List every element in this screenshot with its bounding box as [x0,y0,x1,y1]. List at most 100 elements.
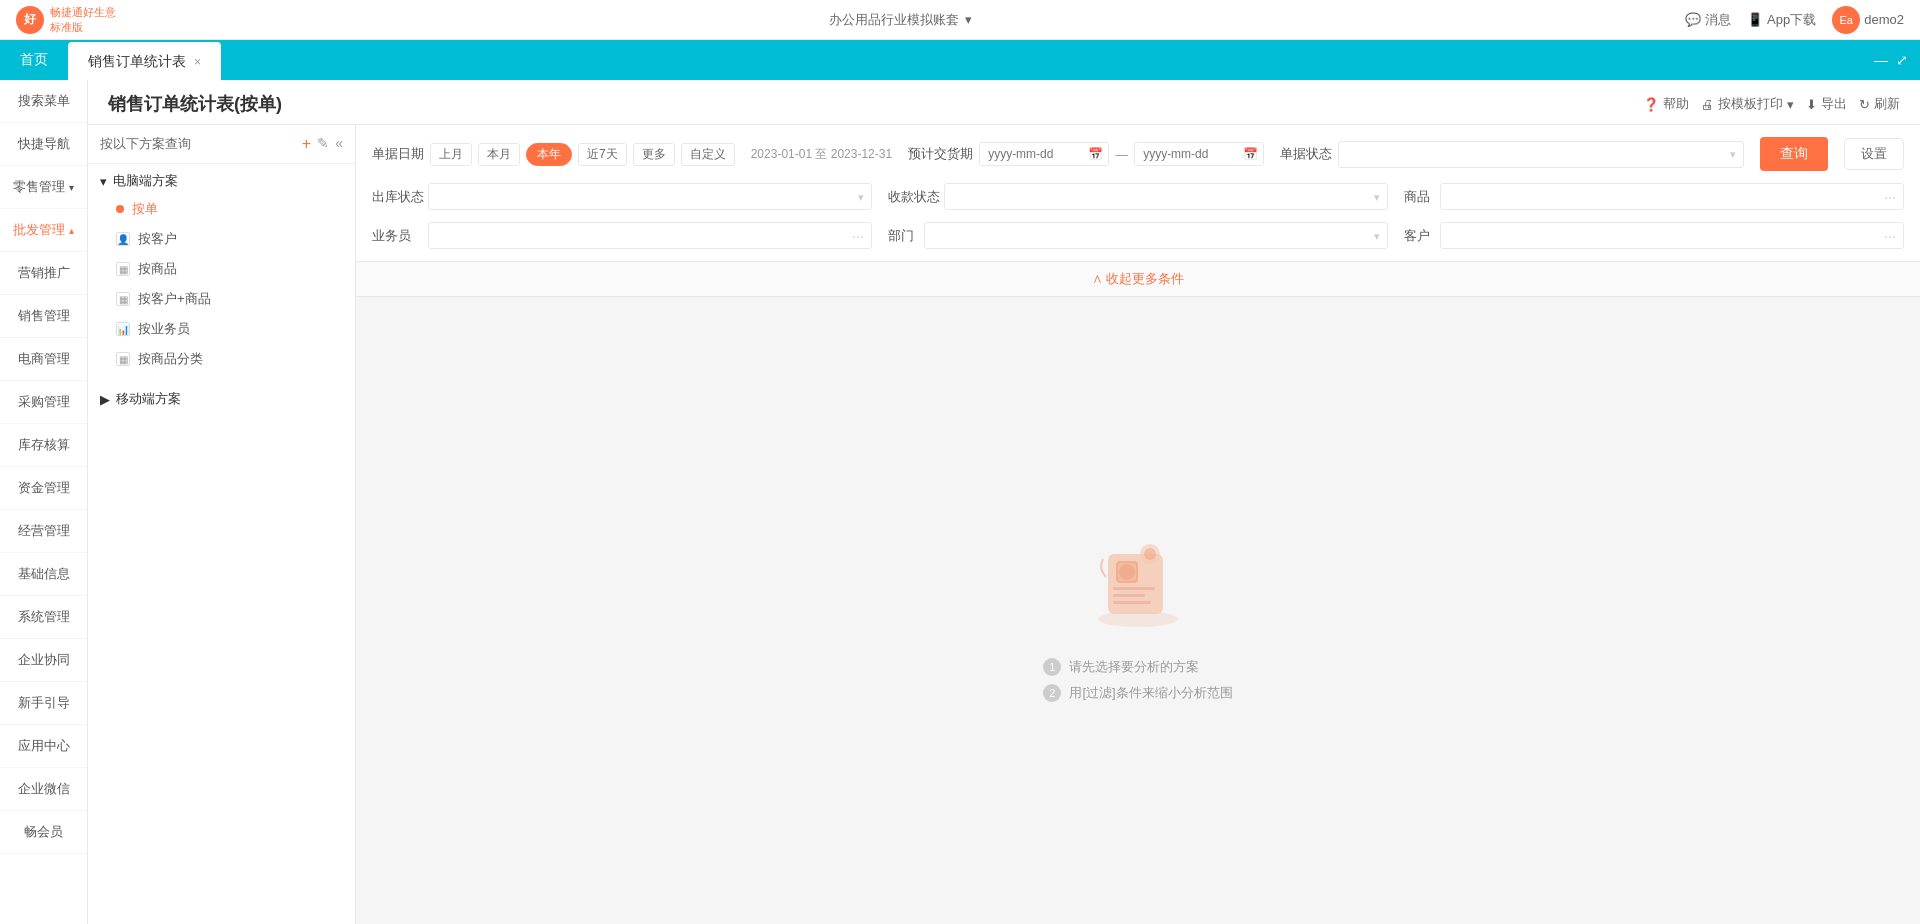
user-area[interactable]: Ea demo2 [1832,6,1904,34]
goods-label: 商品 [1404,188,1434,206]
sidebar-item-operations[interactable]: 经营管理 [0,510,87,553]
customer-input-wrap: ··· [1440,222,1904,249]
category-scheme-icon: ▦ [116,352,130,366]
scheme-active-dot [116,205,124,213]
collapse-panel-btn[interactable]: « [335,135,343,153]
date-more-btn[interactable]: 更多 [633,143,675,166]
payment-status-select[interactable] [944,183,1388,210]
sidebar-item-wholesale[interactable]: 批发管理 ▴ [0,209,87,252]
scheme-group-pc-title[interactable]: ▾ 电脑端方案 [100,172,343,190]
settings-btn[interactable]: 设置 [1844,138,1904,170]
help-icon: ❓ [1643,97,1659,112]
main-layout: 搜索菜单 快捷导航 零售管理 ▾ 批发管理 ▴ 营销推广 销售管理 电商管理 采… [0,80,1920,924]
expected-delivery-group: 预计交货期 📅 — 📅 [908,142,1264,166]
page-header: 销售订单统计表(按单) ❓ 帮助 🖨 按模板打印 ▾ ⬇ 导出 ↻ 刷新 [88,80,1920,125]
sidebar-item-ecommerce[interactable]: 电商管理 [0,338,87,381]
scheme-item-by-customer-goods[interactable]: ▦ 按客户+商品 [88,284,355,314]
ship-status-group: 出库状态 ▾ [372,183,872,210]
export-btn[interactable]: ⬇ 导出 [1806,95,1847,113]
date-filter-group: 单据日期 上月 本月 本年 近7天 更多 自定义 [372,143,735,166]
print-dropdown-icon: ▾ [1787,97,1794,112]
sidebar-item-inventory[interactable]: 库存核算 [0,424,87,467]
tab-sales-order-stats[interactable]: 销售订单统计表 × [68,42,221,82]
customer-label: 客户 [1404,227,1434,245]
tab-bar: 首页 销售订单统计表 × — ⤢ [0,40,1920,80]
scheme-item-by-category[interactable]: ▦ 按商品分类 [88,344,355,374]
dept-group: 部门 ▾ [888,222,1388,249]
sidebar-item-search-menu[interactable]: 搜索菜单 [0,80,87,123]
scheme-item-by-order[interactable]: 按单 [88,194,355,224]
sidebar-item-finance[interactable]: 资金管理 [0,467,87,510]
edit-scheme-btn[interactable]: ✎ [317,135,329,153]
customer-ellipsis-icon[interactable]: ··· [1884,228,1896,244]
goods-input-wrap: ··· [1440,183,1904,210]
doc-status-label: 单据状态 [1280,145,1332,163]
payment-status-group: 收款状态 ▾ [888,183,1388,210]
date-last-7-btn[interactable]: 近7天 [578,143,627,166]
sidebar-item-procurement[interactable]: 采购管理 [0,381,87,424]
app-title-area[interactable]: 办公用品行业模拟账套 ▾ [829,11,972,29]
empty-illustration [1078,519,1198,642]
sidebar-item-app-center[interactable]: 应用中心 [0,725,87,768]
sidebar-item-member[interactable]: 畅会员 [0,811,87,854]
dept-select[interactable] [924,222,1388,249]
sidebar-item-wechat[interactable]: 企业微信 [0,768,87,811]
date-custom-btn[interactable]: 自定义 [681,143,735,166]
empty-tip-1: 1 请先选择要分析的方案 [1043,658,1232,676]
print-btn[interactable]: 🖨 按模板打印 ▾ [1701,95,1794,113]
empty-tips: 1 请先选择要分析的方案 2 用[过滤]条件来缩小分析范围 [1043,658,1232,702]
help-btn[interactable]: ❓ 帮助 [1643,95,1689,113]
message-icon: 💬 [1685,12,1701,27]
sidebar-item-basic[interactable]: 基础信息 [0,553,87,596]
svg-rect-5 [1113,587,1155,590]
scheme-item-by-goods[interactable]: ▦ 按商品 [88,254,355,284]
empty-state: 1 请先选择要分析的方案 2 用[过滤]条件来缩小分析范围 [356,297,1920,924]
filter-row-3: 业务员 ··· 部门 ▾ [372,222,1904,249]
scheme-group-mobile: ▶ 移动端方案 [88,382,355,412]
top-bar-left: 好 畅捷通好生意 标准版 [16,5,116,34]
sidebar-item-enterprise[interactable]: 企业协同 [0,639,87,682]
tab-maximize-icon[interactable]: ⤢ [1896,52,1908,68]
collapse-bar[interactable]: ∧ 收起更多条件 [356,262,1920,297]
message-btn[interactable]: 💬 消息 [1685,11,1731,29]
date-this-year-btn[interactable]: 本年 [526,143,572,166]
tab-home[interactable]: 首页 [0,40,68,80]
calendar-start-icon: 📅 [1088,147,1103,161]
add-scheme-btn[interactable]: + [302,135,311,153]
salesman-input[interactable] [428,222,872,249]
dept-select-wrap: ▾ [924,222,1388,249]
salesman-input-wrap: ··· [428,222,872,249]
sidebar-item-marketing[interactable]: 营销推广 [0,252,87,295]
salesman-ellipsis-icon[interactable]: ··· [852,228,864,244]
scheme-item-by-customer[interactable]: 👤 按客户 [88,224,355,254]
doc-status-select[interactable] [1338,141,1744,168]
title-dropdown-icon[interactable]: ▾ [965,12,972,27]
tip-num-2: 2 [1043,684,1061,702]
sidebar: 搜索菜单 快捷导航 零售管理 ▾ 批发管理 ▴ 营销推广 销售管理 电商管理 采… [0,80,88,924]
refresh-btn[interactable]: ↻ 刷新 [1859,95,1900,113]
goods-group: 商品 ··· [1404,183,1904,210]
date-this-month-btn[interactable]: 本月 [478,143,520,166]
tab-minimize-icon[interactable]: — [1874,52,1888,68]
sidebar-item-system[interactable]: 系统管理 [0,596,87,639]
filter-row-1: 单据日期 上月 本月 本年 近7天 更多 自定义 2023-01-01 至 20… [372,137,1904,171]
query-btn[interactable]: 查询 [1760,137,1828,171]
collapse-icon: ∧ [1092,271,1107,286]
ship-status-select[interactable] [428,183,872,210]
customer-input[interactable] [1440,222,1904,249]
sidebar-item-retail[interactable]: 零售管理 ▾ [0,166,87,209]
payment-status-select-wrap: ▾ [944,183,1388,210]
top-bar: 好 畅捷通好生意 标准版 办公用品行业模拟账套 ▾ 💬 消息 📱 App下载 E… [0,0,1920,40]
scheme-item-by-salesman[interactable]: 📊 按业务员 [88,314,355,344]
goods-input[interactable] [1440,183,1904,210]
date-last-month-btn[interactable]: 上月 [430,143,472,166]
app-download-btn[interactable]: 📱 App下载 [1747,11,1816,29]
sidebar-item-quick-nav[interactable]: 快捷导航 [0,123,87,166]
scheme-group-mobile-title[interactable]: ▶ 移动端方案 [100,390,343,408]
content-area: 销售订单统计表(按单) ❓ 帮助 🖨 按模板打印 ▾ ⬇ 导出 ↻ 刷新 [88,80,1920,924]
sidebar-item-newbie[interactable]: 新手引导 [0,682,87,725]
sidebar-item-sales[interactable]: 销售管理 [0,295,87,338]
tab-close-icon[interactable]: × [194,55,201,69]
goods-ellipsis-icon[interactable]: ··· [1884,189,1896,205]
user-scheme-icon: 👤 [116,232,130,246]
